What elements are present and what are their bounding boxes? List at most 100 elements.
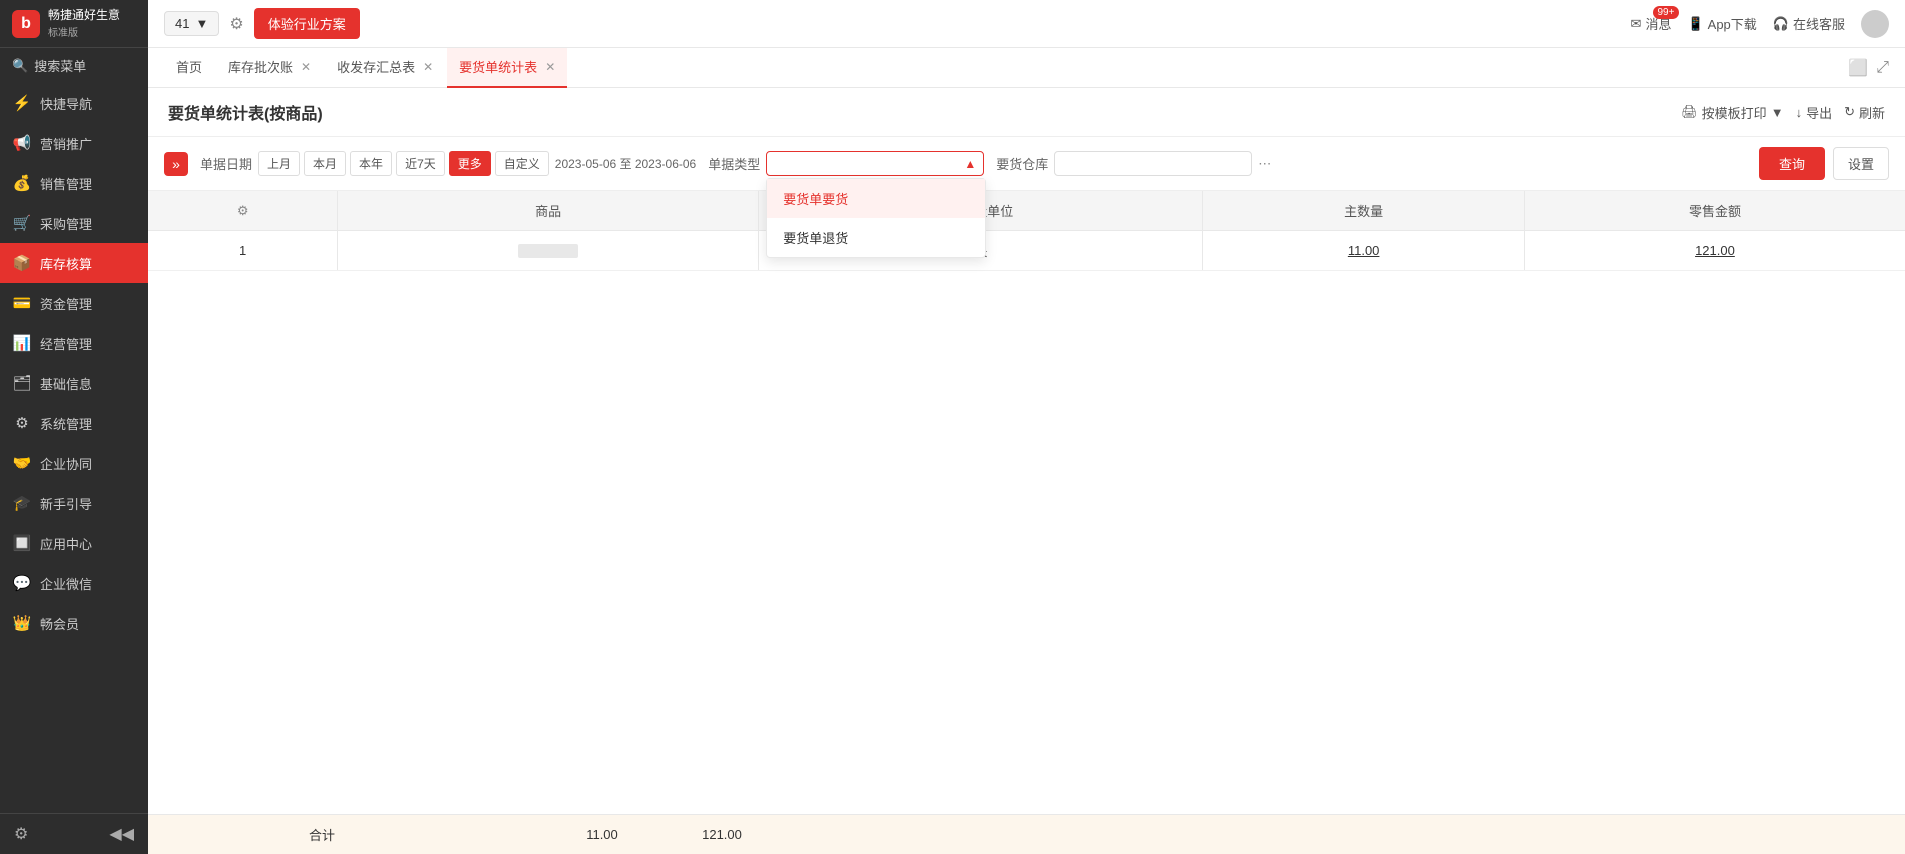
filter-toggle-btn[interactable]: » — [164, 152, 188, 176]
th-quantity: 主数量 — [1203, 191, 1525, 231]
app-download-icon: 📱 — [1687, 16, 1703, 32]
nav-label-enterprise: 企业协同 — [40, 454, 92, 473]
sidebar-item-marketing[interactable]: 📢营销推广 — [0, 123, 148, 163]
sidebar-item-guide[interactable]: 🎓 新手引导 — [0, 483, 148, 523]
nav-label-operations: 经营管理 — [40, 334, 92, 353]
footer-collapse-icon[interactable]: ◀◀ — [109, 824, 134, 844]
query-button[interactable]: 查询 — [1759, 147, 1825, 180]
nav-label-app-center: 应用中心 — [40, 534, 92, 553]
tab-requisition-stats-close[interactable]: ✕ — [545, 60, 555, 74]
type-dropdown-menu: 要货单要货 要货单退货 — [766, 178, 986, 258]
nav-label-member: 畅会员 — [40, 614, 79, 633]
sidebar-item-wechat[interactable]: 💬企业微信 — [0, 563, 148, 603]
footer-quantity: 11.00 — [542, 827, 662, 842]
table-header-row: ⚙ 商品 主计量单位 主数量 零售金额 — [148, 191, 1905, 231]
period-last-month[interactable]: 上月 — [258, 151, 300, 176]
period-more[interactable]: 更多 — [449, 151, 491, 176]
print-action[interactable]: 🖨 按模板打印 ▼ — [1681, 103, 1783, 122]
period-this-month[interactable]: 本月 — [304, 151, 346, 176]
header-settings-icon[interactable]: ⚙ — [229, 14, 243, 34]
type-select-arrow-icon[interactable]: ▲ — [964, 157, 976, 171]
nav-label-guide: 新手引导 — [40, 494, 92, 513]
sidebar-item-quick-nav[interactable]: ⚡快捷导航 — [0, 83, 148, 123]
company-selector[interactable]: 41 ▼ — [164, 11, 219, 36]
sidebar-logo: b 畅捷通好生意 标准版 — [0, 0, 148, 48]
type-select-input[interactable] — [766, 151, 984, 176]
nav-icon-quick-nav: ⚡ — [12, 93, 32, 113]
page-actions: 🖨 按模板打印 ▼ ↓ 导出 ↻ 刷新 — [1681, 103, 1885, 122]
app-name: 畅捷通好生意 — [48, 8, 120, 24]
nav-icon-sales: 💰 — [12, 173, 32, 193]
nav-label-marketing: 营销推广 — [40, 134, 92, 153]
warehouse-filter-label: 要货仓库 — [996, 154, 1048, 173]
table-settings-icon[interactable]: ⚙ — [237, 203, 249, 218]
tab-requisition-stats[interactable]: 要货单统计表 ✕ — [447, 48, 567, 88]
period-this-year[interactable]: 本年 — [350, 151, 392, 176]
sidebar-item-operations[interactable]: 📊经营管理 — [0, 323, 148, 363]
nav-label-basic-info: 基础信息 — [40, 374, 92, 393]
tab-bar-actions: ⬜ ⤢ — [1848, 58, 1889, 78]
date-range-btns: 上月 本月 本年 近7天 更多 自定义 — [258, 151, 549, 176]
date-filter-label: 单据日期 — [200, 154, 252, 173]
nav-icon-enterprise: 🤝 — [12, 453, 32, 473]
tab-home[interactable]: 首页 — [164, 48, 214, 88]
tab-inventory-batch[interactable]: 库存批次账 ✕ — [216, 48, 323, 88]
online-service-action[interactable]: 🎧 在线客服 — [1773, 14, 1845, 33]
nav-icon-guide: 🎓 — [12, 493, 32, 513]
header-left: 41 ▼ ⚙ 体验行业方案 — [164, 8, 360, 39]
sidebar-footer: ⚙ ◀◀ — [0, 813, 148, 854]
sidebar-item-basic-info[interactable]: 🗂 基础信息 — [0, 363, 148, 403]
refresh-action[interactable]: ↻ 刷新 — [1844, 103, 1885, 122]
app-download-action[interactable]: 📱 App下载 — [1687, 14, 1756, 33]
sidebar-item-app-center[interactable]: 🔲应用中心 — [0, 523, 148, 563]
period-custom[interactable]: 自定义 — [495, 151, 549, 176]
tab-shipment-summary-label: 收发存汇总表 — [337, 57, 415, 76]
message-action[interactable]: ✉ 消息 99+ — [1631, 14, 1672, 33]
sidebar-item-system[interactable]: ⚙系统管理 — [0, 403, 148, 443]
th-product: 商品 — [338, 191, 759, 231]
table-container: ⚙ 商品 主计量单位 主数量 零售金额 1 块 11.00 121.00 — [148, 191, 1905, 814]
th-settings[interactable]: ⚙ — [148, 191, 338, 231]
header-right: ✉ 消息 99+ 📱 App下载 🎧 在线客服 — [1631, 10, 1889, 38]
nav-label-purchase: 采购管理 — [40, 214, 92, 233]
tab-fullscreen-icon[interactable]: ⤢ — [1876, 59, 1889, 77]
tab-expand-icon[interactable]: ⬜ — [1848, 58, 1868, 78]
period-7days[interactable]: 近7天 — [396, 151, 445, 176]
sidebar: b 畅捷通好生意 标准版 🔍 搜索菜单 ⚡快捷导航📢营销推广 💰 销售管理 🛒采购管理… — [0, 0, 148, 854]
warehouse-more-icon[interactable]: ⋯ — [1258, 156, 1271, 172]
search-icon: 🔍 — [12, 58, 28, 74]
nav-icon-inventory: 📦 — [12, 253, 32, 273]
filter-bar: » 单据日期 上月 本月 本年 近7天 更多 自定义 2023-05-06 至 … — [148, 137, 1905, 191]
cell-seq: 1 — [148, 231, 338, 271]
settings-button[interactable]: 设置 — [1833, 147, 1889, 180]
sidebar-item-finance[interactable]: 💳资金管理 — [0, 283, 148, 323]
nav-icon-finance: 💳 — [12, 293, 32, 313]
app-logo-icon: b — [12, 10, 40, 38]
tab-requisition-stats-label: 要货单统计表 — [459, 57, 537, 76]
sidebar-search[interactable]: 🔍 搜索菜单 — [0, 48, 148, 83]
trial-button[interactable]: 体验行业方案 — [254, 8, 360, 39]
tab-shipment-summary[interactable]: 收发存汇总表 ✕ — [325, 48, 445, 88]
tab-inventory-batch-close[interactable]: ✕ — [301, 60, 311, 74]
tab-shipment-summary-close[interactable]: ✕ — [423, 60, 433, 74]
sidebar-item-sales[interactable]: 💰 销售管理 — [0, 163, 148, 203]
footer-settings-icon[interactable]: ⚙ — [14, 824, 28, 844]
sidebar-item-enterprise[interactable]: 🤝 企业协同 — [0, 443, 148, 483]
sidebar-search-label: 搜索菜单 — [34, 56, 86, 75]
type-option-requisition-order[interactable]: 要货单要货 — [767, 179, 985, 218]
amount-link[interactable]: 121.00 — [1695, 243, 1735, 258]
nav-icon-basic-info: 🗂 — [12, 373, 32, 393]
sidebar-item-purchase[interactable]: 🛒采购管理 — [0, 203, 148, 243]
type-option-requisition-return[interactable]: 要货单退货 — [767, 218, 985, 257]
quantity-link[interactable]: 11.00 — [1348, 243, 1380, 258]
footer-amount: 121.00 — [662, 827, 782, 842]
user-avatar[interactable] — [1861, 10, 1889, 38]
warehouse-filter-group: 要货仓库 ⋯ — [996, 151, 1271, 176]
export-action[interactable]: ↓ 导出 — [1796, 103, 1833, 122]
type-filter-group: 单据类型 ▲ 要货单要货 要货单退货 — [708, 151, 984, 176]
warehouse-input[interactable] — [1054, 151, 1252, 176]
sidebar-item-inventory[interactable]: 📦库存核算 — [0, 243, 148, 283]
nav-label-sales: 销售管理 — [40, 174, 92, 193]
sidebar-item-member[interactable]: 👑畅会员 — [0, 603, 148, 643]
company-name: 41 — [175, 16, 189, 31]
